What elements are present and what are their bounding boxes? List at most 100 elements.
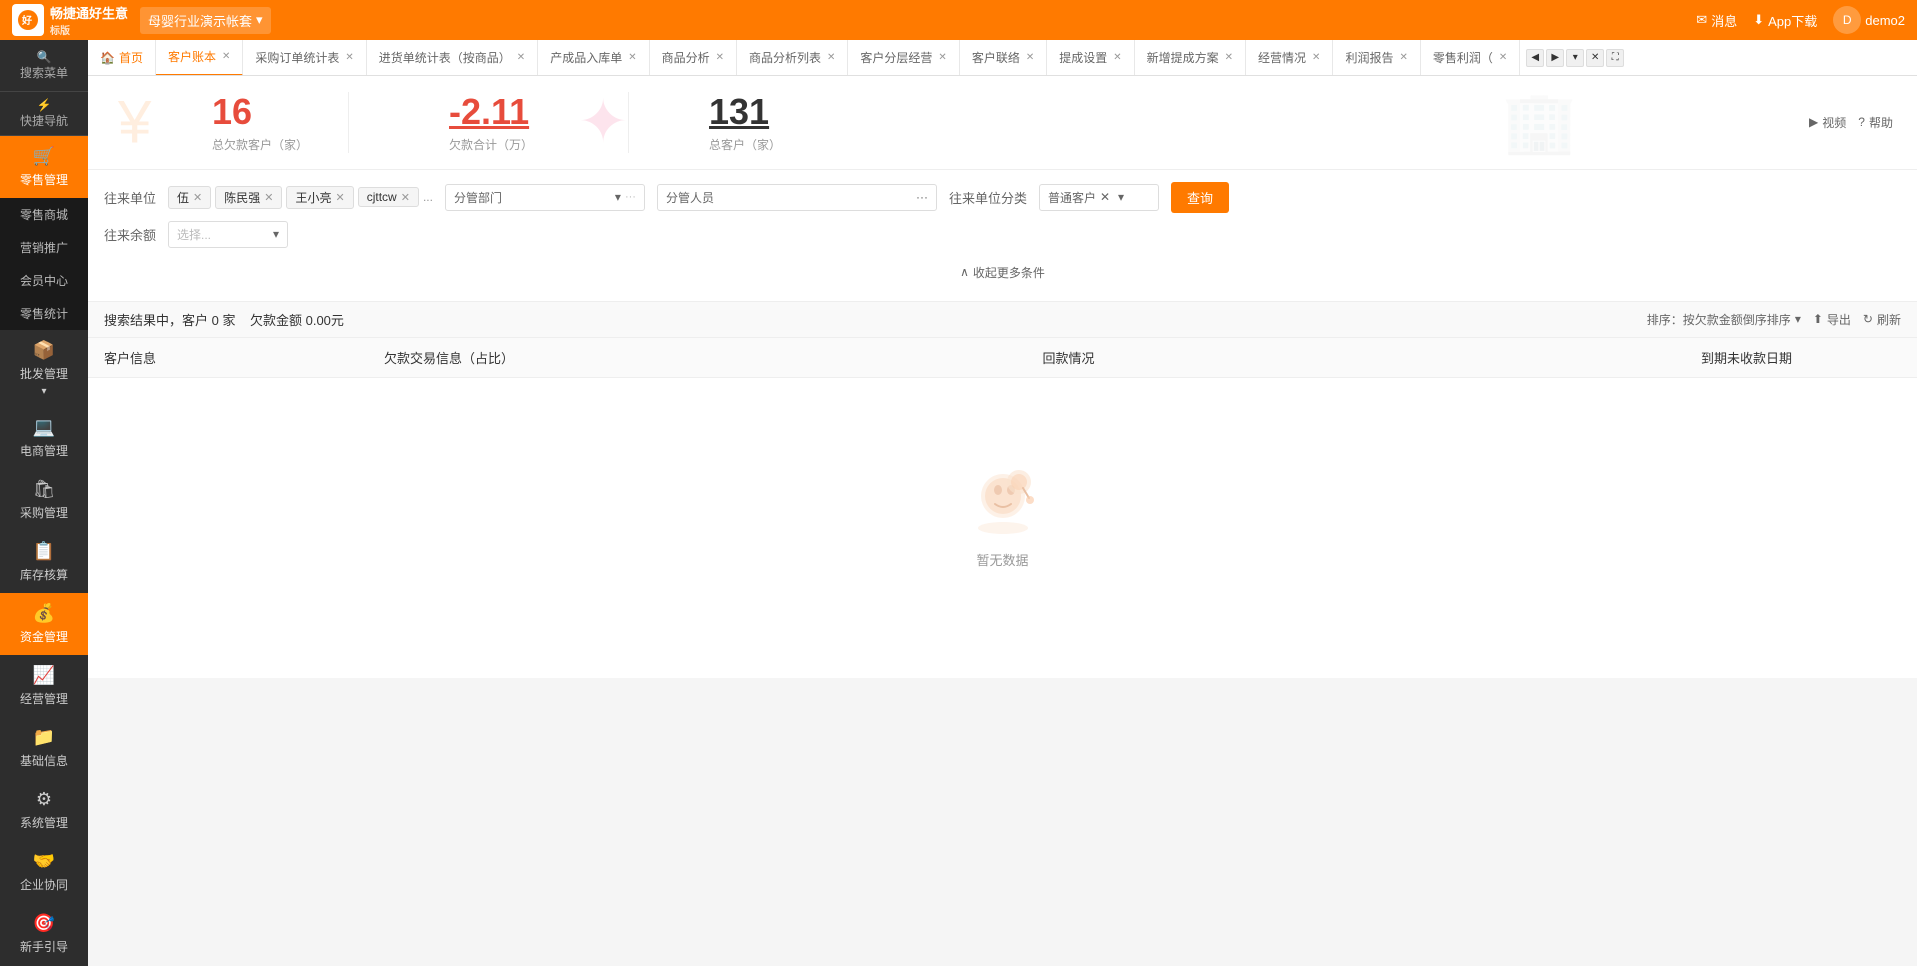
balance-placeholder: 选择... [177, 226, 211, 243]
col-debt-info: 欠款交易信息（占比） [384, 348, 1043, 367]
tab-home[interactable]: 🏠 首页 [88, 40, 156, 76]
tab-close-icon[interactable]: ✕ [938, 52, 946, 63]
sidebar-item-enterprise-collab[interactable]: 🤝 企业协同 [0, 841, 88, 903]
tab-more-btn[interactable]: ▾ [1566, 49, 1584, 67]
dept-select[interactable]: 分管部门 ▾ ··· [445, 184, 645, 211]
sidebar-item-retail-mgmt[interactable]: 🛒 零售管理 [0, 136, 88, 198]
sidebar-item-ecommerce[interactable]: 💻 电商管理 [0, 407, 88, 469]
tab-close-all-btn[interactable]: ✕ [1586, 49, 1604, 67]
app-download-btn[interactable]: ⬇ App下载 [1753, 11, 1817, 30]
tab-close-icon[interactable]: ✕ [1399, 52, 1407, 63]
tab-product-instock[interactable]: 产成品入库单 ✕ [538, 40, 649, 76]
help-btn[interactable]: ? 帮助 [1858, 114, 1893, 131]
filter-more-tags[interactable]: ... [423, 190, 433, 204]
sidebar: 🔍 搜索菜单 ⚡ 快捷导航 🛒 零售管理 零售商城 营销推广 会员中心 零售统计… [0, 40, 88, 966]
query-btn[interactable]: 查询 [1171, 182, 1229, 213]
tab-close-icon[interactable]: ✕ [345, 52, 353, 63]
sidebar-sub-retail-stats[interactable]: 零售统计 [0, 297, 88, 330]
tab-new-push-plan[interactable]: 新增提成方案 ✕ [1135, 40, 1246, 76]
total-customers2-label: 总客户（家） [709, 136, 781, 153]
tab-close-icon[interactable]: ✕ [1113, 52, 1121, 63]
tab-fullscreen-btn[interactable]: ⛶ [1606, 49, 1624, 67]
person-placeholder: 分管人员 [666, 189, 714, 206]
sidebar-item-wholesale[interactable]: 📦 批发管理 ▾ [0, 330, 88, 407]
tab-product-analysis[interactable]: 商品分析 ✕ [650, 40, 737, 76]
tab-close-icon[interactable]: ✕ [1499, 52, 1507, 63]
tab-operation-status[interactable]: 经营情况 ✕ [1246, 40, 1333, 76]
category-value: 普通客户 [1048, 189, 1096, 206]
tab-prev-btn[interactable]: ◀ [1526, 49, 1544, 67]
filter-tag-wu: 伍 ✕ [168, 186, 211, 209]
balance-select[interactable]: 选择... ▾ [168, 221, 288, 248]
empty-illustration [963, 458, 1043, 538]
stat-block-total-customers: 131 总客户（家） [629, 92, 821, 153]
tab-stock-stats[interactable]: 进货单统计表（按商品） ✕ [367, 40, 538, 76]
filter-row-2: 往来余额 选择... ▾ [104, 221, 1901, 248]
tag-close-wu[interactable]: ✕ [193, 191, 202, 204]
tab-product-analysis-list[interactable]: 商品分析列表 ✕ [737, 40, 848, 76]
tab-customer-contact[interactable]: 客户联络 ✕ [960, 40, 1047, 76]
stat-bg-icon-3: 🏢 [1502, 87, 1577, 158]
data-table: 客户信息 欠款交易信息（占比） 回款情况 到期未收款日期 [88, 338, 1917, 678]
sidebar-item-finance[interactable]: 💰 资金管理 [0, 593, 88, 655]
collapse-btn[interactable]: ∧ 收起更多条件 [952, 260, 1053, 285]
system-icon: ⚙ [36, 789, 52, 810]
enterprise-label: 母婴行业演示帐套 [148, 11, 252, 30]
category-dropdown-icon: ▾ [1118, 190, 1124, 204]
tab-profit-report[interactable]: 利润报告 ✕ [1333, 40, 1420, 76]
enterprise-dropdown[interactable]: 母婴行业演示帐套 ▾ [140, 7, 271, 34]
avatar: D [1833, 6, 1861, 34]
stat-bg-icon-2: ✦ [578, 87, 628, 157]
sidebar-quick-nav[interactable]: ⚡ 快捷导航 [0, 92, 88, 136]
tab-purchase-order-stats[interactable]: 采购订单统计表 ✕ [243, 40, 366, 76]
ecommerce-icon: 💻 [33, 417, 55, 438]
category-clear-icon[interactable]: ✕ [1100, 190, 1110, 204]
sidebar-search[interactable]: 🔍 搜索菜单 [0, 40, 88, 92]
tag-close-chen[interactable]: ✕ [264, 191, 273, 204]
export-btn[interactable]: ⬆ 导出 [1813, 311, 1851, 328]
sidebar-item-newbie[interactable]: 🎯 新手引导 [0, 903, 88, 965]
tab-next-btn[interactable]: ▶ [1546, 49, 1564, 67]
sidebar-sub-member[interactable]: 会员中心 [0, 264, 88, 297]
tab-close-icon[interactable]: ✕ [628, 52, 636, 63]
sidebar-item-operation[interactable]: 📈 经营管理 [0, 655, 88, 717]
basic-icon: 📁 [33, 727, 55, 748]
tab-customer-tier[interactable]: 客户分层经营 ✕ [848, 40, 959, 76]
stat-actions: ▶ 视频 ? 帮助 [1809, 114, 1893, 131]
tab-close-icon[interactable]: ✕ [827, 52, 835, 63]
sidebar-sub-retail: 零售商城 营销推广 会员中心 零售统计 [0, 198, 88, 330]
tab-close-icon[interactable]: ✕ [1026, 52, 1034, 63]
tab-close-icon[interactable]: ✕ [716, 52, 724, 63]
sidebar-item-basic[interactable]: 📁 基础信息 [0, 717, 88, 779]
sidebar-item-purchase[interactable]: 🛍 采购管理 [0, 469, 88, 531]
person-select[interactable]: 分管人员 ··· [657, 184, 937, 211]
video-btn[interactable]: ▶ 视频 [1809, 114, 1846, 131]
purchase-icon: 🛍 [33, 479, 56, 500]
user-menu[interactable]: D demo2 [1833, 6, 1905, 34]
tab-close-icon[interactable]: ✕ [1312, 52, 1320, 63]
play-icon: ▶ [1809, 115, 1818, 129]
tab-push-settings[interactable]: 提成设置 ✕ [1047, 40, 1134, 76]
sort-selector[interactable]: 排序：按欠款金额倒序排序 ▾ [1647, 311, 1801, 328]
result-info: 搜索结果中，客户 0 家 欠款金额 0.00元 [104, 310, 344, 329]
tab-retail-profit[interactable]: 零售利润（ ✕ [1421, 40, 1520, 76]
sidebar-item-inventory[interactable]: 📋 库存核算 [0, 531, 88, 593]
tag-close-cjttcw[interactable]: ✕ [401, 191, 410, 204]
tab-close-icon[interactable]: ✕ [1225, 52, 1233, 63]
sidebar-item-system[interactable]: ⚙ 系统管理 [0, 779, 88, 841]
tag-close-wang[interactable]: ✕ [336, 191, 345, 204]
tab-close-icon[interactable]: ✕ [517, 52, 525, 63]
logo-text: 畅捷通好生意 标版 [50, 3, 128, 37]
refresh-btn[interactable]: ↻ 刷新 [1863, 311, 1901, 328]
newbie-icon: 🎯 [33, 913, 55, 934]
category-select[interactable]: 普通客户 ✕ ▾ [1039, 184, 1159, 211]
tab-customer-capital[interactable]: 客户账本 ✕ [156, 40, 243, 76]
sidebar-sub-retail-shop[interactable]: 零售商城 [0, 198, 88, 231]
sidebar-sub-marketing[interactable]: 营销推广 [0, 231, 88, 264]
logo: 好 畅捷通好生意 标版 [12, 3, 128, 37]
col-repayment: 回款情况 [1043, 348, 1702, 367]
stat-bg-icon-1: ¥ [118, 88, 151, 157]
total-debt-value: -2.11 [449, 92, 529, 132]
message-btn[interactable]: ✉ 消息 [1696, 11, 1737, 30]
tab-close-icon[interactable]: ✕ [222, 51, 230, 62]
